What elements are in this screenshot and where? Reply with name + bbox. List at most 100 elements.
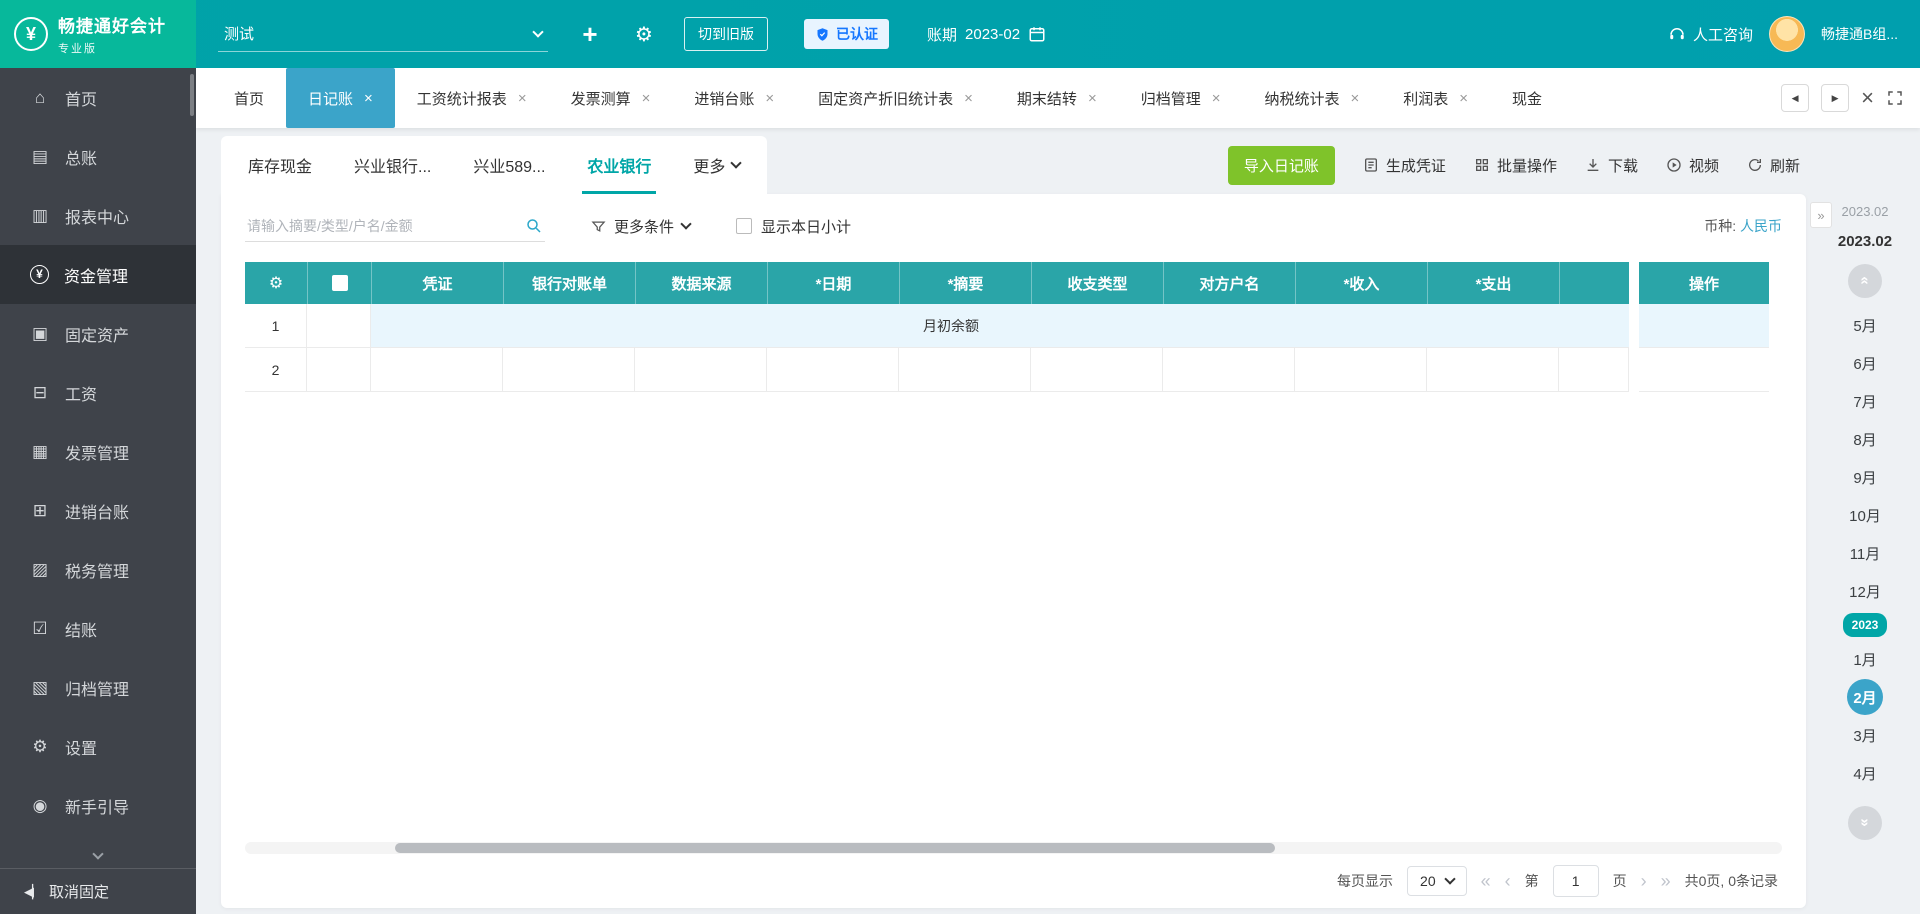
fullscreen-icon[interactable]	[1886, 89, 1904, 107]
month-item[interactable]: 8月	[1845, 420, 1885, 458]
sidebar-item-closing[interactable]: ☑ 结账	[0, 599, 196, 658]
tab-scroll-left-button[interactable]	[1781, 84, 1810, 112]
month-item-selected[interactable]: 2月	[1846, 679, 1883, 715]
more-conditions-button[interactable]: 更多条件	[591, 216, 692, 237]
close-icon[interactable]	[518, 91, 527, 106]
subtab-cash[interactable]: 库存现金	[227, 136, 333, 194]
sidebar-item-settings[interactable]: ⚙ 设置	[0, 717, 196, 776]
sidebar-item-fixed-assets[interactable]: ▣ 固定资产	[0, 304, 196, 363]
per-page-select[interactable]: 20	[1407, 866, 1467, 896]
daily-subtotal-checkbox[interactable]	[736, 218, 753, 234]
cell-counterparty[interactable]	[1163, 348, 1295, 391]
month-item[interactable]: 11月	[1845, 534, 1885, 572]
month-item[interactable]: 4月	[1845, 754, 1885, 792]
close-icon[interactable]	[1212, 91, 1221, 106]
scroll-months-down-button[interactable]	[1848, 806, 1882, 840]
page-number-input[interactable]	[1552, 865, 1599, 897]
month-item[interactable]: 1月	[1845, 640, 1885, 678]
column-settings-gear-icon[interactable]	[245, 262, 307, 304]
accounting-period[interactable]: 账期 2023-02	[927, 24, 1046, 45]
close-tabs-button[interactable]	[1861, 87, 1874, 109]
search-icon[interactable]	[525, 217, 543, 235]
sidebar-item-tax[interactable]: ▨ 税务管理	[0, 540, 196, 599]
tab-purchase-sales[interactable]: 进销台账	[672, 68, 796, 128]
scroll-months-up-button[interactable]	[1848, 264, 1882, 298]
cell-summary[interactable]	[899, 348, 1031, 391]
subtab-abc-bank[interactable]: 农业银行	[566, 136, 672, 194]
sidebar-item-funds[interactable]: ¥ 资金管理	[0, 245, 196, 304]
close-icon[interactable]	[1459, 91, 1468, 106]
generate-voucher-button[interactable]: 生成凭证	[1363, 155, 1446, 176]
sidebar-item-guide[interactable]: ◉ 新手引导	[0, 776, 196, 835]
sidebar-item-archive[interactable]: ▧ 归档管理	[0, 658, 196, 717]
sidebar-item-general-ledger[interactable]: ▤ 总账	[0, 127, 196, 186]
cell-voucher[interactable]	[371, 348, 503, 391]
tab-income-statement[interactable]: 利润表	[1381, 68, 1490, 128]
sidebar-item-invoice[interactable]: ▦ 发票管理	[0, 422, 196, 481]
video-button[interactable]: 视频	[1666, 155, 1719, 176]
month-item[interactable]: 9月	[1845, 458, 1885, 496]
download-button[interactable]: 下载	[1585, 155, 1638, 176]
close-icon[interactable]	[364, 91, 373, 106]
support-link[interactable]: 人工咨询	[1668, 24, 1753, 45]
close-icon[interactable]	[1088, 91, 1097, 106]
refresh-button[interactable]: 刷新	[1747, 155, 1800, 176]
subtab-cib-bank[interactable]: 兴业银行...	[333, 136, 452, 194]
pager-prev-button[interactable]	[1505, 872, 1511, 890]
close-icon[interactable]	[765, 91, 774, 106]
sidebar-scroll-more[interactable]	[0, 844, 196, 868]
tab-salary-report[interactable]: 工资统计报表	[395, 68, 549, 128]
cell-date[interactable]	[767, 348, 899, 391]
month-item[interactable]: 5月	[1845, 306, 1885, 344]
tab-journal[interactable]: 日记账	[286, 68, 395, 128]
sidebar-item-easy[interactable]: ▤轻松	[0, 835, 196, 844]
account-set-select[interactable]: 测试	[218, 16, 548, 52]
pager-first-button[interactable]	[1481, 872, 1491, 890]
month-item[interactable]: 10月	[1845, 496, 1885, 534]
collapse-period-panel-button[interactable]	[1810, 202, 1832, 228]
pager-next-button[interactable]	[1641, 872, 1647, 890]
tab-scroll-right-button[interactable]	[1821, 84, 1850, 112]
close-icon[interactable]	[964, 91, 973, 106]
sidebar-item-report-center[interactable]: ▥ 报表中心	[0, 186, 196, 245]
settings-gear-icon[interactable]	[632, 23, 656, 45]
close-icon[interactable]	[642, 91, 651, 106]
tab-depreciation-report[interactable]: 固定资产折旧统计表	[796, 68, 995, 128]
table-row[interactable]: 1 月初余额	[245, 304, 1629, 348]
app-logo[interactable]: ¥ 畅捷通好会计 专业版	[0, 0, 196, 68]
certified-badge[interactable]: 已认证	[804, 19, 889, 49]
tab-period-end[interactable]: 期末结转	[995, 68, 1119, 128]
search-input[interactable]	[247, 217, 517, 234]
sidebar-item-payroll[interactable]: ⊟ 工资	[0, 363, 196, 422]
table-row[interactable]: 2	[245, 348, 1629, 392]
unpin-sidebar-button[interactable]: 取消固定	[0, 868, 196, 914]
cell-type[interactable]	[1031, 348, 1163, 391]
user-avatar[interactable]	[1768, 16, 1805, 52]
currency-value[interactable]: 人民币	[1740, 218, 1782, 234]
cell-data-source[interactable]	[635, 348, 767, 391]
sidebar-item-home[interactable]: ⌂ 首页	[0, 68, 196, 127]
month-item[interactable]: 6月	[1845, 344, 1885, 382]
user-name[interactable]: 畅捷通B组...	[1821, 24, 1898, 44]
tab-home[interactable]: 首页	[212, 68, 286, 128]
horizontal-scrollbar[interactable]	[245, 842, 1782, 854]
sidebar-scrollbar[interactable]	[190, 74, 194, 116]
pager-last-button[interactable]	[1661, 872, 1671, 890]
switch-old-version-button[interactable]: 切到旧版	[684, 17, 768, 51]
tab-cash[interactable]: 现金	[1490, 68, 1564, 128]
scrollbar-thumb[interactable]	[395, 843, 1275, 853]
month-item[interactable]: 3月	[1845, 716, 1885, 754]
subtab-more[interactable]: 更多	[672, 136, 761, 194]
cell-expense[interactable]	[1427, 348, 1559, 391]
subtab-cib-589[interactable]: 兴业589...	[452, 136, 566, 194]
close-icon[interactable]	[1351, 91, 1360, 106]
daily-subtotal-option[interactable]: 显示本日小计	[736, 216, 851, 237]
tab-archive[interactable]: 归档管理	[1119, 68, 1243, 128]
select-all-checkbox[interactable]	[331, 275, 348, 291]
month-item[interactable]: 7月	[1845, 382, 1885, 420]
cell-income[interactable]	[1295, 348, 1427, 391]
month-item[interactable]: 12月	[1845, 572, 1885, 610]
tab-tax-report[interactable]: 纳税统计表	[1242, 68, 1381, 128]
cell-bank-statement[interactable]	[503, 348, 635, 391]
add-account-set-icon[interactable]	[578, 21, 602, 47]
